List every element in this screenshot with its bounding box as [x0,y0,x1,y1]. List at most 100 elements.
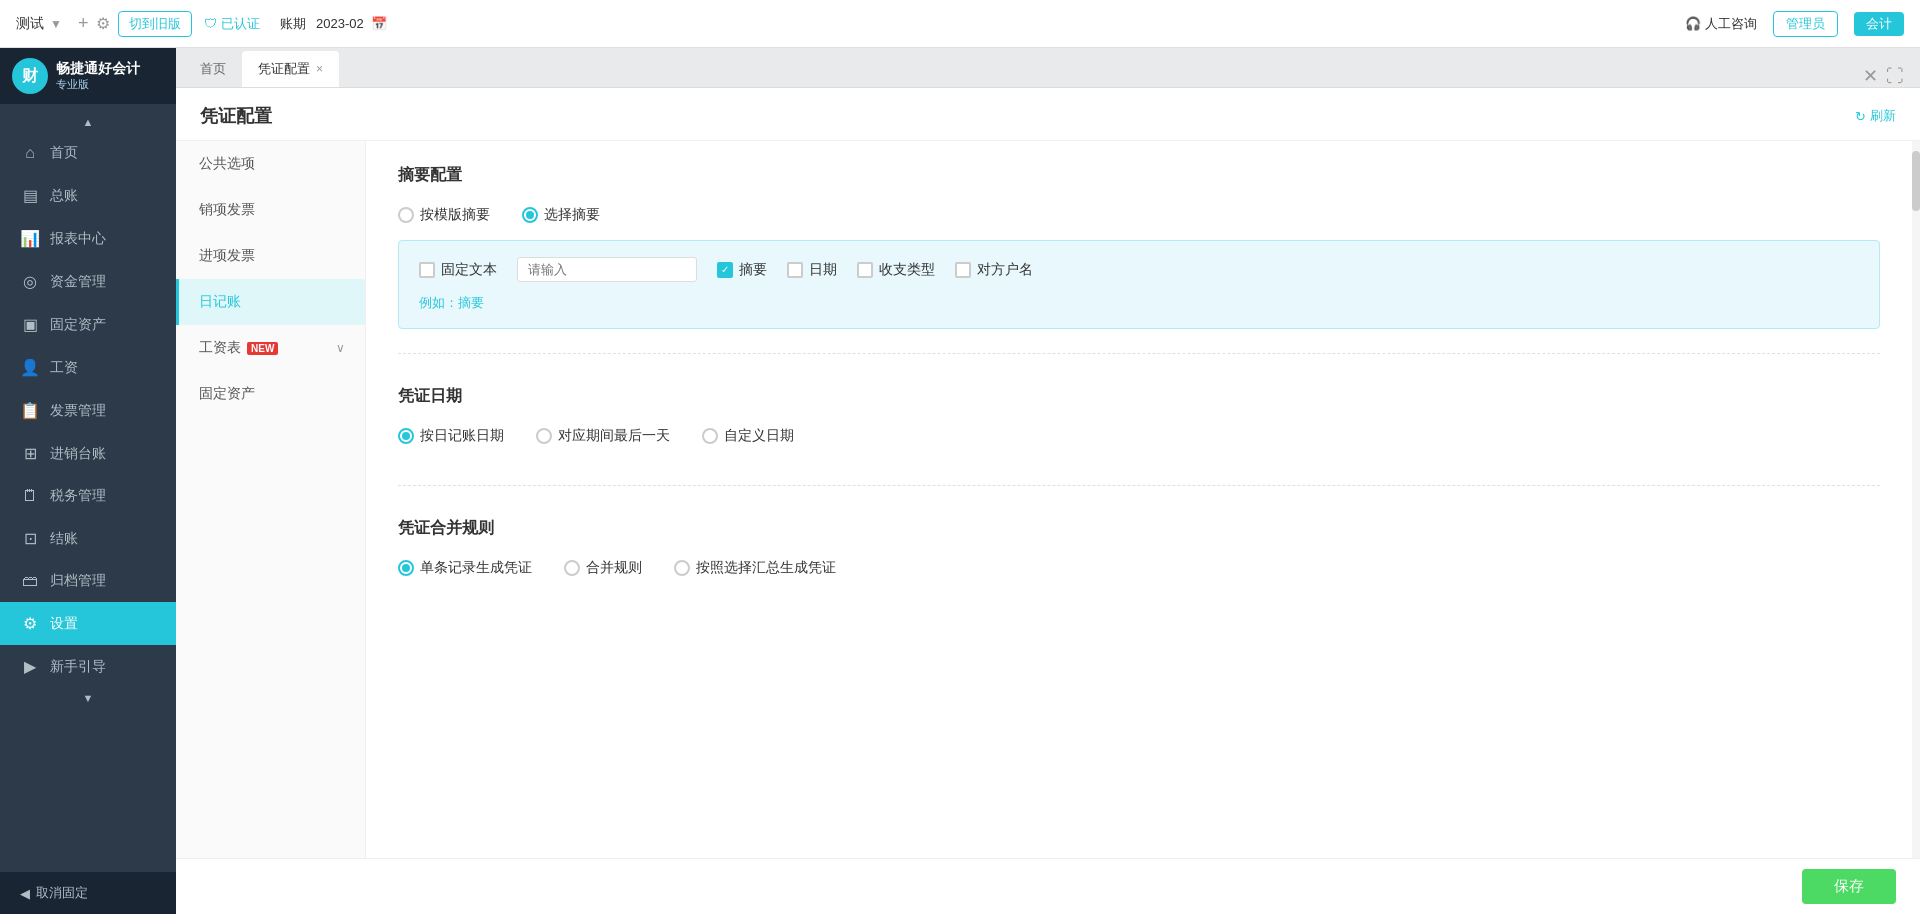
sidebar-item-trade[interactable]: ⊞ 进销台账 [0,432,176,475]
sidebar-item-report[interactable]: 📊 报表中心 [0,217,176,260]
logo-icon: 财 [12,58,48,94]
sidebar-item-label-payroll: 工资 [50,359,78,377]
logo-sub: 专业版 [56,77,140,92]
refresh-icon: ↻ [1855,109,1866,124]
left-nav-label-fixed-assets: 固定资产 [199,385,255,401]
sidebar-item-home[interactable]: ⌂ 首页 [0,132,176,174]
radio-template[interactable]: 按模版摘要 [398,206,490,224]
scrollbar-thumb[interactable] [1912,151,1920,211]
sidebar-item-settings[interactable]: ⚙ 设置 [0,602,176,645]
service-label: 人工咨询 [1705,15,1757,33]
sidebar-item-fund[interactable]: ◎ 资金管理 [0,260,176,303]
radio-merge-rule[interactable]: 合并规则 [564,559,642,577]
content-area: 首页 凭证配置 × ✕ ⛶ 凭证配置 ↻ 刷新 [176,48,1920,914]
left-nav-purchase-invoice[interactable]: 进项发票 [176,233,365,279]
left-nav-label-journal: 日记账 [199,293,241,309]
left-nav-payroll-table[interactable]: 工资表 NEW ∨ [176,325,365,371]
service-btn[interactable]: 🎧 人工咨询 [1685,15,1757,33]
radio-select-circle [522,207,538,223]
page-header: 凭证配置 ↻ 刷新 [176,88,1920,141]
sidebar-item-invoice[interactable]: 📋 发票管理 [0,389,176,432]
tab-voucher-config[interactable]: 凭证配置 × [242,51,339,87]
counterpart-label: 对方户名 [977,261,1033,279]
tab-home[interactable]: 首页 [184,51,242,87]
switch-old-btn[interactable]: 切到旧版 [118,11,192,37]
left-nav-label-purchase-invoice: 进项发票 [199,247,255,263]
new-badge: NEW [247,342,278,355]
checkbox-date[interactable]: 日期 [787,261,837,279]
left-nav: 公共选项 销项发票 进项发票 日记账 工资表 NEW ∨ [176,141,366,858]
sidebar-item-tax[interactable]: 🗒 税务管理 [0,475,176,517]
radio-last-day[interactable]: 对应期间最后一天 [536,427,670,445]
sidebar-item-guide[interactable]: ▶ 新手引导 [0,645,176,688]
left-nav-fixed-assets[interactable]: 固定资产 [176,371,365,417]
radio-custom-date[interactable]: 自定义日期 [702,427,794,445]
left-nav-label-sales-invoice: 销项发票 [199,201,255,217]
tab-voucher-config-label: 凭证配置 [258,60,310,78]
page-content: 凭证配置 ↻ 刷新 公共选项 销项发票 [176,88,1920,914]
radio-single-dot [402,564,410,572]
tax-icon: 🗒 [20,487,40,505]
summary-checkbox-row: 固定文本 ✓ 摘要 [419,257,1859,282]
date-section: 凭证日期 按日记账日期 对应期间最后一天 [398,386,1880,486]
radio-select-merge[interactable]: 按照选择汇总生成凭证 [674,559,836,577]
page-header-actions: ↻ 刷新 [1855,107,1896,125]
radio-journal-date-circle [398,428,414,444]
sidebar-item-label-invoice: 发票管理 [50,402,106,420]
refresh-btn[interactable]: ↻ 刷新 [1855,107,1896,125]
sidebar-item-label-settings: 设置 [50,615,78,633]
merge-section: 凭证合并规则 单条记录生成凭证 合并规则 [398,518,1880,617]
sidebar-item-label-report: 报表中心 [50,230,106,248]
radio-journal-date[interactable]: 按日记账日期 [398,427,504,445]
sidebar-item-ledger[interactable]: ▤ 总账 [0,174,176,217]
tab-voucher-config-close[interactable]: × [316,62,323,76]
close-window-btn[interactable]: ✕ [1863,65,1878,87]
header-actions: + ⚙ 切到旧版 [78,11,193,37]
merge-title: 凭证合并规则 [398,518,1880,539]
merge-radio-group: 单条记录生成凭证 合并规则 按照选择汇总生成凭证 [398,559,1880,577]
sidebar-item-archive[interactable]: 🗃 归档管理 [0,560,176,602]
radio-single[interactable]: 单条记录生成凭证 [398,559,532,577]
tab-bar: 首页 凭证配置 × ✕ ⛶ [176,48,1920,88]
add-icon[interactable]: + [78,13,89,34]
workspace-dropdown-icon[interactable]: ▼ [50,17,62,31]
save-btn[interactable]: 保存 [1802,869,1896,904]
radio-select-dot [526,211,534,219]
scroll-down-indicator: ▼ [0,688,176,708]
sidebar-item-label-home: 首页 [50,144,78,162]
sidebar-item-closing[interactable]: ⊡ 结账 [0,517,176,560]
fixed-asset-icon: ▣ [20,315,40,334]
left-nav-public[interactable]: 公共选项 [176,141,365,187]
user-btn[interactable]: 管理员 [1773,11,1838,37]
sidebar-logo: 财 畅捷通好会计 专业版 [0,48,176,104]
radio-template-circle [398,207,414,223]
calendar-icon[interactable]: 📅 [371,16,387,31]
sidebar-item-fixed-asset[interactable]: ▣ 固定资产 [0,303,176,346]
bottom-bar: 保存 [176,858,1920,914]
sidebar-item-label-tax: 税务管理 [50,487,106,505]
left-nav-sales-invoice[interactable]: 销项发票 [176,187,365,233]
cancel-pin-btn[interactable]: ◀ 取消固定 [0,872,176,914]
tab-home-label: 首页 [200,60,226,78]
income-type-checkbox [857,262,873,278]
settings-icon[interactable]: ⚙ [96,14,110,33]
sidebar-item-payroll[interactable]: 👤 工资 [0,346,176,389]
role-btn[interactable]: 会计 [1854,12,1904,36]
radio-last-day-label: 对应期间最后一天 [558,427,670,445]
workspace-selector[interactable]: 测试 ▼ [16,15,62,33]
checkbox-income-type[interactable]: 收支类型 [857,261,935,279]
logo-text: 畅捷通好会计 [56,60,140,77]
fixed-text-label: 固定文本 [441,261,497,279]
radio-merge-rule-label: 合并规则 [586,559,642,577]
home-icon: ⌂ [20,144,40,162]
sidebar: 财 畅捷通好会计 专业版 ▲ ⌂ 首页 ▤ 总账 📊 报表中心 [0,48,176,914]
radio-select[interactable]: 选择摘要 [522,206,600,224]
date-checkbox [787,262,803,278]
certified-status: 🛡 已认证 [204,15,260,33]
left-nav-journal[interactable]: 日记账 [176,279,365,325]
checkbox-fixed-text[interactable]: 固定文本 [419,261,497,279]
maximize-window-btn[interactable]: ⛶ [1886,66,1904,87]
fixed-text-input[interactable] [517,257,697,282]
checkbox-summary[interactable]: ✓ 摘要 [717,261,767,279]
checkbox-counterpart[interactable]: 对方户名 [955,261,1033,279]
